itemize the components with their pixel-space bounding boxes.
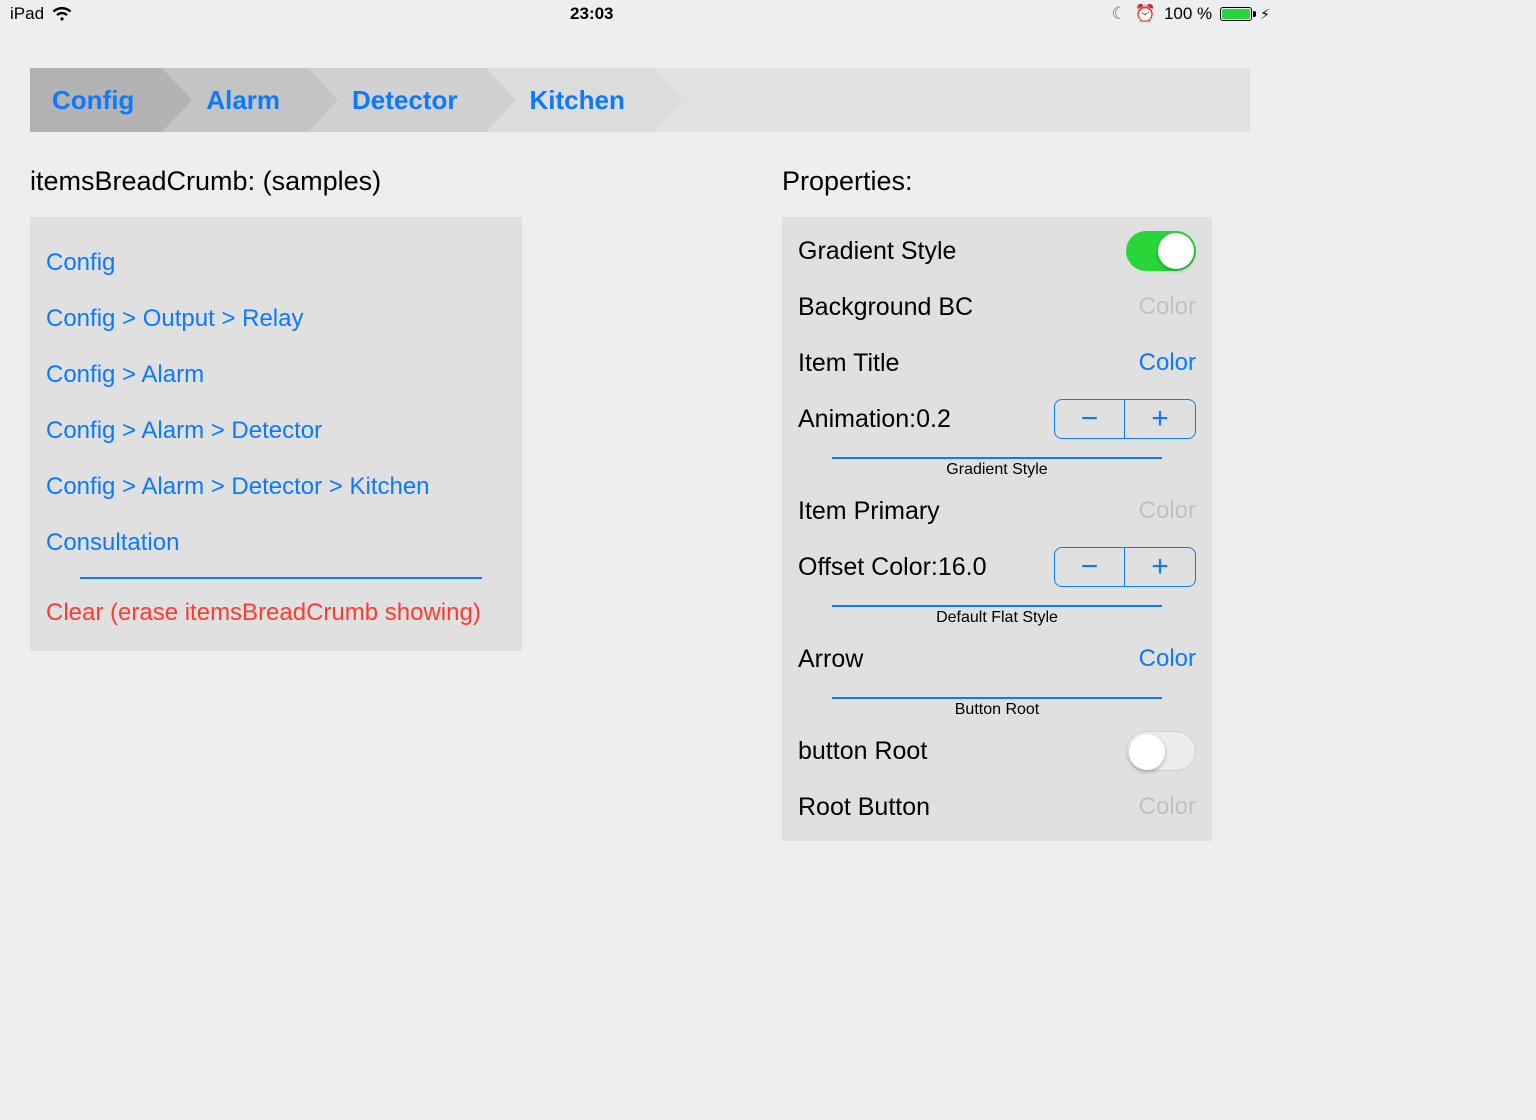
charging-bolt-icon: ⚡︎ xyxy=(1260,7,1270,21)
clear-button[interactable]: Clear (erase itemsBreadCrumb showing) xyxy=(46,585,516,641)
section-caption: Button Root xyxy=(798,701,1196,719)
breadcrumb-item-config[interactable]: Config xyxy=(30,68,162,132)
sample-item[interactable]: Config > Alarm xyxy=(46,347,516,403)
offset-increment-button[interactable]: + xyxy=(1125,548,1195,586)
status-bar: iPad 23:03 ☾ ⏰ 100 % ⚡︎ xyxy=(0,0,1280,28)
alarm-clock-icon: ⏰ xyxy=(1135,4,1156,24)
root-button-color-button[interactable]: Color xyxy=(1139,793,1196,821)
sample-item[interactable]: Config > Output > Relay xyxy=(46,291,516,347)
prop-item-primary: Item Primary Color xyxy=(798,483,1196,539)
prop-item-title: Item Title Color xyxy=(798,335,1196,391)
button-root-toggle[interactable] xyxy=(1126,731,1196,771)
section-caption: Gradient Style xyxy=(798,461,1196,479)
prop-background-bc: Background BC Color xyxy=(798,279,1196,335)
properties-heading: Properties: xyxy=(782,166,1212,197)
status-time: 23:03 xyxy=(570,4,613,24)
breadcrumb: Config Alarm Detector Kitchen xyxy=(30,68,1250,132)
item-primary-color-button[interactable]: Color xyxy=(1139,497,1196,525)
prop-label: Offset Color:16.0 xyxy=(798,553,987,582)
offset-decrement-button[interactable]: − xyxy=(1055,548,1125,586)
battery-icon xyxy=(1220,7,1252,21)
arrow-color-button[interactable]: Color xyxy=(1139,645,1196,673)
battery-percent: 100 % xyxy=(1164,4,1212,24)
prop-arrow: Arrow Color xyxy=(798,631,1196,687)
prop-label: button Root xyxy=(798,737,927,766)
divider xyxy=(832,697,1162,699)
device-label: iPad xyxy=(10,4,44,24)
sample-item[interactable]: Config xyxy=(46,235,516,291)
animation-increment-button[interactable]: + xyxy=(1125,400,1195,438)
breadcrumb-label: Kitchen xyxy=(530,85,625,116)
divider xyxy=(832,605,1162,607)
prop-label: Arrow xyxy=(798,645,863,674)
prop-label: Animation:0.2 xyxy=(798,405,951,434)
breadcrumb-label: Detector xyxy=(352,85,457,116)
sample-item[interactable]: Config > Alarm > Detector xyxy=(46,403,516,459)
wifi-icon xyxy=(52,7,72,21)
gradient-style-toggle[interactable] xyxy=(1126,231,1196,271)
breadcrumb-label: Config xyxy=(52,85,134,116)
prop-animation: Animation:0.2 − + xyxy=(798,391,1196,447)
prop-button-root: button Root xyxy=(798,723,1196,779)
divider xyxy=(832,457,1162,459)
item-title-color-button[interactable]: Color xyxy=(1139,349,1196,377)
prop-label: Root Button xyxy=(798,793,930,822)
breadcrumb-label: Alarm xyxy=(206,85,280,116)
animation-stepper: − + xyxy=(1054,399,1196,439)
prop-label: Item Primary xyxy=(798,497,940,526)
divider xyxy=(80,577,482,579)
samples-heading: itemsBreadCrumb: (samples) xyxy=(30,166,522,197)
samples-list: Config Config > Output > Relay Config > … xyxy=(30,217,522,651)
prop-root-button: Root Button Color xyxy=(798,779,1196,835)
properties-list: Gradient Style Background BC Color Item … xyxy=(782,217,1212,841)
moon-icon: ☾ xyxy=(1112,4,1127,24)
prop-label: Item Title xyxy=(798,349,899,378)
prop-gradient-style: Gradient Style xyxy=(798,223,1196,279)
prop-label: Gradient Style xyxy=(798,237,956,266)
sample-item[interactable]: Consultation xyxy=(46,515,516,571)
background-bc-color-button[interactable]: Color xyxy=(1139,293,1196,321)
animation-decrement-button[interactable]: − xyxy=(1055,400,1125,438)
prop-offset-color: Offset Color:16.0 − + xyxy=(798,539,1196,595)
offset-color-stepper: − + xyxy=(1054,547,1196,587)
section-caption: Default Flat Style xyxy=(798,609,1196,627)
sample-item[interactable]: Config > Alarm > Detector > Kitchen xyxy=(46,459,516,515)
prop-label: Background BC xyxy=(798,293,973,322)
